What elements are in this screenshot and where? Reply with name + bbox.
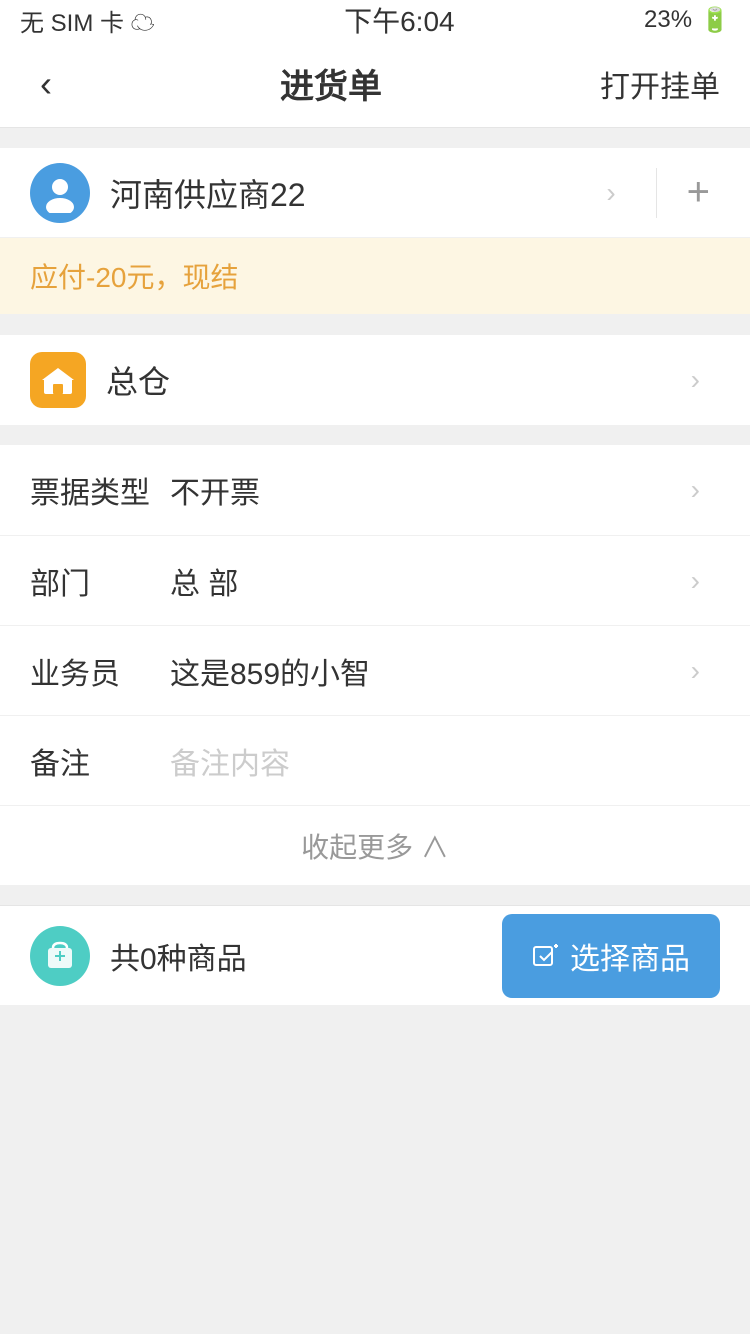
section-gap-2 [0, 315, 750, 335]
gray-fill [0, 1005, 750, 1305]
collapse-label: 收起更多 ∧ [301, 826, 449, 866]
battery-icon: 🔋 [700, 6, 730, 35]
status-right: 23% 🔋 [644, 6, 730, 35]
chevron-right-icon: › [691, 565, 700, 597]
warehouse-row[interactable]: 总仓 › [0, 335, 750, 425]
remark-label: 备注 [30, 739, 170, 783]
select-goods-label: 选择商品 [570, 934, 690, 978]
chevron-right-icon: › [691, 474, 700, 506]
goods-icon-wrap [30, 926, 90, 986]
goods-count: 共0种商品 [110, 934, 502, 978]
section-gap-1 [0, 128, 750, 148]
back-button[interactable]: ‹ [30, 53, 62, 115]
department-row[interactable]: 部门 总 部 › [0, 535, 750, 625]
ticket-type-row[interactable]: 票据类型 不开票 › [0, 445, 750, 535]
supplier-name: 河南供应商22 [110, 170, 606, 216]
notice-bar: 应付-20元，现结 [0, 238, 750, 315]
warehouse-label: 总仓 [106, 357, 691, 403]
page-title: 进货单 [280, 59, 382, 108]
status-time: 下午6:04 [344, 0, 455, 40]
warehouse-icon-wrap [30, 352, 86, 408]
status-left: 无 SIM 卡 ☁ [20, 3, 155, 38]
department-value: 总 部 [170, 559, 691, 603]
avatar [30, 163, 90, 223]
salesperson-row[interactable]: 业务员 这是859的小智 › [0, 625, 750, 715]
ticket-type-label: 票据类型 [30, 468, 170, 512]
status-bar: 无 SIM 卡 ☁ 下午6:04 23% 🔋 [0, 0, 750, 40]
battery-label: 23% [644, 6, 692, 34]
bottom-bar: 共0种商品 选择商品 [0, 905, 750, 1005]
select-goods-button[interactable]: 选择商品 [502, 914, 720, 998]
open-pending-button[interactable]: 打开挂单 [600, 62, 720, 106]
supplier-card: 河南供应商22 › + 应付-20元，现结 [0, 148, 750, 315]
salesperson-label: 业务员 [30, 649, 170, 693]
chevron-right-icon: › [691, 364, 700, 396]
ticket-type-value: 不开票 [170, 468, 691, 512]
divider [656, 168, 657, 218]
chevron-right-icon: › [691, 655, 700, 687]
section-gap-4 [0, 885, 750, 905]
remark-input[interactable]: 备注内容 [170, 739, 720, 783]
add-supplier-button[interactable]: + [677, 160, 720, 225]
sim-label: 无 SIM 卡 ☁ [20, 3, 155, 38]
department-label: 部门 [30, 559, 170, 603]
nav-bar: ‹ 进货单 打开挂单 [0, 40, 750, 128]
section-gap-3 [0, 425, 750, 445]
salesperson-value: 这是859的小智 [170, 649, 691, 693]
chevron-right-icon: › [606, 177, 615, 209]
remark-row[interactable]: 备注 备注内容 [0, 715, 750, 805]
collapse-button[interactable]: 收起更多 ∧ [0, 805, 750, 885]
fields-card: 票据类型 不开票 › 部门 总 部 › 业务员 这是859的小智 › 备注 备注… [0, 445, 750, 885]
supplier-row[interactable]: 河南供应商22 › + [0, 148, 750, 238]
